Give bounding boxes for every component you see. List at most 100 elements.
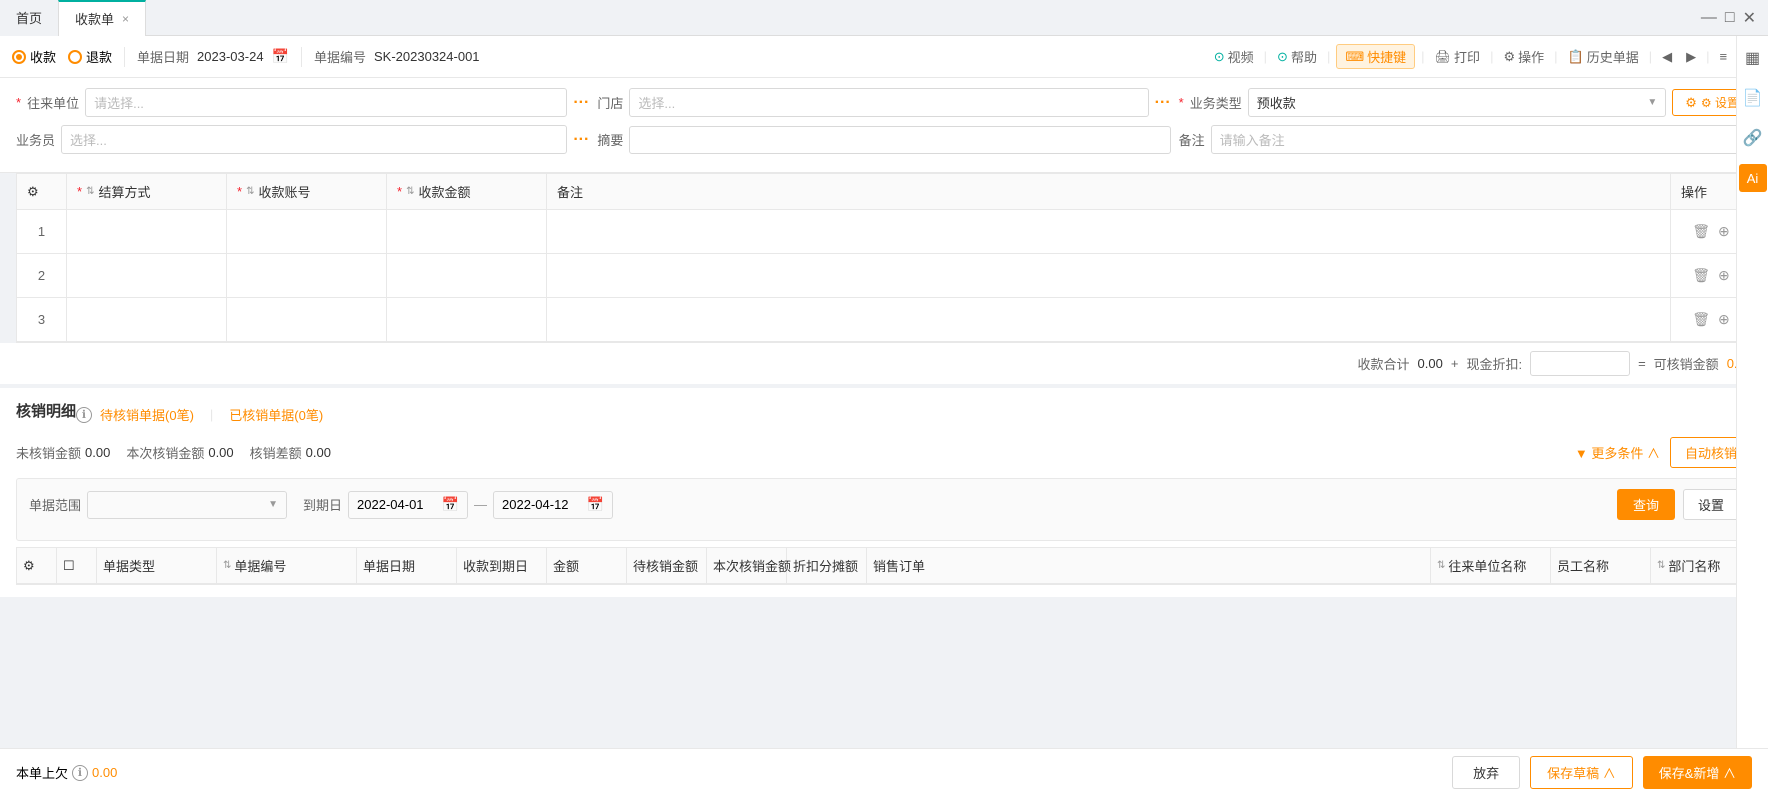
minimize-btn[interactable]: — (1701, 9, 1717, 27)
staff-more-btn[interactable]: ··· (573, 131, 589, 149)
row-1-num: 1 (17, 210, 67, 253)
nav-prev-btn[interactable]: ◀ (1658, 47, 1676, 67)
writeoff-info-icon[interactable]: ℹ (76, 407, 92, 423)
row-3-delete-icon[interactable]: 🗑 (1692, 311, 1710, 328)
row-1-copy-icon[interactable]: ⊕ (1718, 223, 1730, 240)
col-amount-label: 收款金额 (418, 182, 470, 201)
receipt-radio-label: 收款 (30, 47, 56, 66)
row-3-settlement[interactable] (67, 298, 227, 341)
maximize-btn[interactable]: □ (1725, 9, 1735, 27)
footer-left: 本单上欠 ℹ 0.00 (16, 763, 117, 782)
shortcut-btn[interactable]: ⌨ 快捷键 (1336, 44, 1415, 69)
print-btn[interactable]: 🖨 打印 (1431, 45, 1485, 68)
notes-placeholder: 请输入备注 (1220, 130, 1285, 149)
sort-partner-icon: ⇅ (1437, 560, 1445, 571)
abandon-btn[interactable]: 放弃 (1452, 756, 1520, 789)
done-tab-link[interactable]: 已核销单据(0笔) (229, 405, 323, 424)
bth-checkbox[interactable]: ☐ (57, 548, 97, 583)
summary-bar: 收款合计 0.00 + 现金折扣: = 可核销金额 0.00 (0, 343, 1768, 384)
row-1-settlement[interactable] (67, 210, 227, 253)
list-view-btn[interactable]: ≡ (1716, 47, 1732, 66)
footer-info-icon[interactable]: ℹ (72, 765, 88, 781)
filter-row: 单据范围 ▼ 到期日 2022-04-01 📅 — 2022-04-12 📅 (29, 489, 1739, 520)
query-btn[interactable]: 查询 (1617, 489, 1675, 520)
row-1-notes[interactable] (547, 210, 1671, 253)
bth-current: 本次核销金额 (707, 548, 787, 583)
summary-input[interactable] (629, 126, 1170, 154)
receipt-radio-dot (12, 50, 26, 64)
bth-due-date: 收款到期日 (457, 548, 547, 583)
store-placeholder: 选择... (638, 93, 675, 112)
refund-radio-dot (68, 50, 82, 64)
bth-number: ⇅ 单据编号 (217, 548, 357, 583)
refund-radio[interactable]: 退款 (68, 47, 112, 66)
row-3-account[interactable] (227, 298, 387, 341)
sidebar-doc-icon[interactable]: 📄 (1739, 84, 1767, 112)
discount-input[interactable] (1530, 351, 1630, 376)
sort-number-icon: ⇅ (223, 560, 231, 571)
close-btn[interactable]: ✕ (1743, 8, 1756, 28)
bth-staff-label: 员工名称 (1557, 556, 1609, 575)
video-btn[interactable]: ⊙ 视频 (1210, 45, 1258, 68)
date-start-input[interactable]: 2022-04-01 📅 (348, 491, 468, 519)
save-new-btn[interactable]: 保存&新增 ∧ (1643, 756, 1752, 789)
operation-btn[interactable]: ⚙ 操作 (1499, 45, 1548, 68)
help-btn[interactable]: ⊙ 帮助 (1273, 45, 1321, 68)
row-2-copy-icon[interactable]: ⊕ (1718, 267, 1730, 284)
range-field: 单据范围 ▼ (29, 491, 287, 519)
bth-date: 单据日期 (357, 548, 457, 583)
row-1-delete-icon[interactable]: 🗑 (1692, 223, 1710, 240)
row-2-amount[interactable] (387, 254, 547, 297)
staff-input[interactable]: 选择... (61, 125, 567, 154)
row-2-delete-icon[interactable]: 🗑 (1692, 267, 1710, 284)
sidebar-table-icon[interactable]: ▦ (1739, 44, 1767, 72)
nav-next-btn[interactable]: ▶ (1682, 47, 1700, 67)
diff-label: 核销差额 (250, 443, 302, 462)
current-value: 0.00 (208, 445, 233, 460)
row-3-copy-icon[interactable]: ⊕ (1718, 311, 1730, 328)
bth-gear[interactable]: ⚙ (17, 548, 57, 583)
date-label: 到期日 (303, 495, 342, 514)
notes-field: 备注 请输入备注 (1179, 125, 1752, 154)
row-3-amount[interactable] (387, 298, 547, 341)
partner-input[interactable]: 请选择... (85, 88, 567, 117)
prev-value: 0.00 (92, 765, 117, 780)
receipt-radio[interactable]: 收款 (12, 47, 56, 66)
diff-stat: 核销差额 0.00 (250, 443, 331, 462)
btype-label: 业务类型 (1190, 93, 1242, 112)
window-controls: — □ ✕ (1701, 8, 1768, 28)
notes-input[interactable]: 请输入备注 (1211, 125, 1752, 154)
date-calendar-icon[interactable]: 📅 (272, 48, 289, 65)
date-end-value: 2022-04-12 (502, 497, 569, 512)
col-settlement-label: 结算方式 (98, 182, 150, 201)
filter-settings-btn[interactable]: 设置 (1683, 489, 1739, 520)
bth-sales-order: 销售订单 (867, 548, 1431, 583)
row-2-settlement[interactable] (67, 254, 227, 297)
sidebar-link-icon[interactable]: 🔗 (1739, 124, 1767, 152)
sidebar-camera-icon[interactable]: Ai (1739, 164, 1767, 192)
partner-more-btn[interactable]: ··· (573, 94, 589, 112)
btype-select[interactable]: 预收款 ▼ (1248, 88, 1667, 117)
number-label: 单据编号 (314, 47, 366, 66)
tab-receipt[interactable]: 收款单 × (58, 0, 146, 36)
store-more-btn[interactable]: ··· (1155, 94, 1171, 112)
range-select[interactable]: ▼ (87, 491, 287, 519)
more-conditions-btn[interactable]: ▼ 更多条件 ∧ (1575, 443, 1660, 462)
pending-tab-link[interactable]: 待核销单据(0笔) (100, 405, 194, 424)
row-1-account[interactable] (227, 210, 387, 253)
th-gear[interactable]: ⚙ (17, 174, 67, 209)
save-draft-btn[interactable]: 保存草稿 ∧ (1530, 756, 1633, 789)
row-2-account[interactable] (227, 254, 387, 297)
tab-home[interactable]: 首页 (0, 0, 58, 36)
history-btn[interactable]: 📋 历史单据 (1564, 45, 1643, 68)
bth-discount: 折扣分摊额 (787, 548, 867, 583)
row-3-notes[interactable] (547, 298, 1671, 341)
current-label: 本次核销金额 (126, 443, 204, 462)
writeoff-section: 核销明细 ℹ 待核销单据(0笔) | 已核销单据(0笔) 未核销金额 0.00 … (0, 384, 1768, 597)
store-input[interactable]: 选择... (629, 88, 1148, 117)
tab-close-icon[interactable]: × (122, 12, 129, 26)
row-1-amount[interactable] (387, 210, 547, 253)
date-end-input[interactable]: 2022-04-12 📅 (493, 491, 613, 519)
partner-required: * (16, 95, 21, 110)
row-2-notes[interactable] (547, 254, 1671, 297)
